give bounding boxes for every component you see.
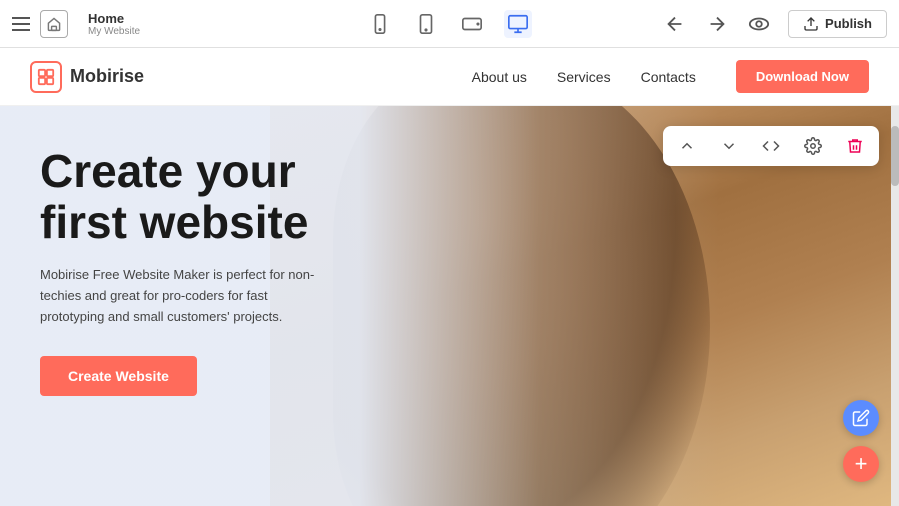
site-logo: Mobirise [30,61,472,93]
toolbar-right: Publish [601,10,887,38]
home-icon [40,10,68,38]
block-toolbar [663,126,879,166]
hero-section: Create your first website Mobirise Free … [0,106,899,506]
settings-button[interactable] [799,132,827,160]
preview-button[interactable] [746,11,772,37]
site-nav-links: About us Services Contacts Download Now [472,60,869,93]
mobile-view-button[interactable] [366,10,394,38]
scrollbar[interactable] [891,106,899,506]
hero-subtitle: Mobirise Free Website Maker is perfect f… [40,265,330,327]
site-cta-button[interactable]: Download Now [736,60,869,93]
nav-link-about[interactable]: About us [472,69,527,85]
fab-add-button[interactable]: + [843,446,879,482]
publish-button[interactable]: Publish [788,10,887,38]
logo-icon [30,61,62,93]
plus-icon: + [855,451,868,477]
page-info: Home My Website [88,11,140,37]
hero-cta-button[interactable]: Create Website [40,356,197,396]
page-title: Home [88,11,140,26]
hamburger-menu[interactable] [12,17,30,31]
tablet-landscape-view-button[interactable] [458,10,486,38]
app-toolbar: Home My Website [0,0,899,48]
scrollbar-thumb[interactable] [891,126,899,186]
hero-title: Create your first website [40,146,380,247]
toolbar-left: Home My Website [12,10,298,38]
tablet-portrait-view-button[interactable] [412,10,440,38]
back-button[interactable] [662,11,688,37]
preview-area: Mobirise About us Services Contacts Down… [0,48,899,506]
delete-button[interactable] [841,132,869,160]
edit-code-button[interactable] [757,132,785,160]
hero-content: Create your first website Mobirise Free … [0,106,420,436]
move-up-button[interactable] [673,132,701,160]
forward-button[interactable] [704,11,730,37]
desktop-view-button[interactable] [504,10,532,38]
nav-link-contacts[interactable]: Contacts [641,69,696,85]
site-navbar: Mobirise About us Services Contacts Down… [0,48,899,106]
device-switcher [306,10,592,38]
logo-text: Mobirise [70,66,144,87]
page-subtitle: My Website [88,26,140,37]
nav-link-services[interactable]: Services [557,69,611,85]
fab-edit-button[interactable] [843,400,879,436]
move-down-button[interactable] [715,132,743,160]
